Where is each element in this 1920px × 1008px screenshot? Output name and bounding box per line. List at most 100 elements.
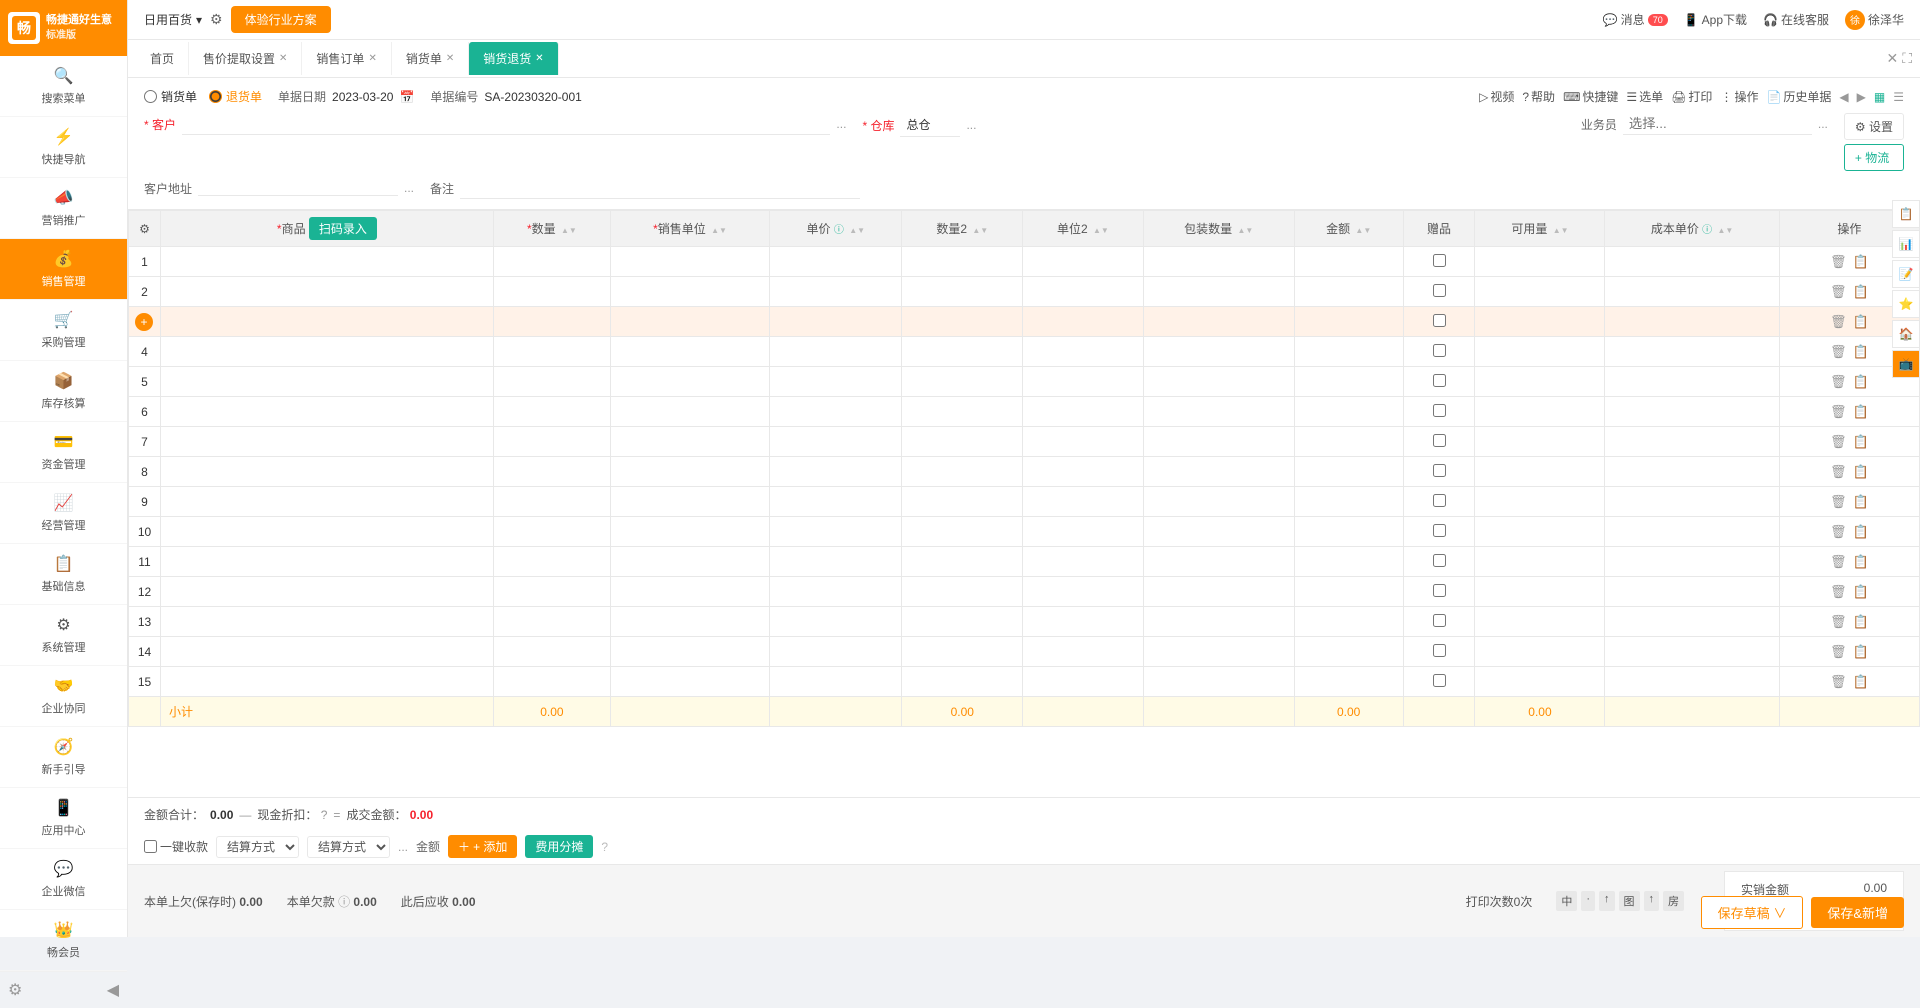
debit-icon[interactable]: ⓘ — [338, 895, 350, 909]
available-cell-7[interactable] — [1475, 427, 1605, 457]
amount-cell-3[interactable] — [1294, 307, 1403, 337]
sidebar-item-system[interactable]: ⚙ 系统管理 — [0, 605, 127, 666]
toolbar-next-icon[interactable]: ▶ — [1857, 90, 1866, 104]
packqty-cell-13[interactable] — [1143, 607, 1294, 637]
copy-row-btn-5[interactable]: 📋 — [1853, 374, 1869, 390]
right-tool-note[interactable]: 📝 — [1892, 260, 1920, 288]
gift-cell-7[interactable] — [1403, 427, 1475, 457]
gift-cell-11[interactable] — [1403, 547, 1475, 577]
price-cell-11[interactable] — [770, 547, 902, 577]
qty-cell-1[interactable] — [493, 247, 610, 277]
sidebar-item-purchase[interactable]: 🛒 采购管理 — [0, 300, 127, 361]
costprice-cell-15[interactable] — [1605, 667, 1779, 697]
salesperson-input[interactable] — [1623, 113, 1812, 135]
product-cell-4[interactable] — [161, 337, 494, 367]
gift-cell-9[interactable] — [1403, 487, 1475, 517]
delete-row-btn-14[interactable]: 🗑 — [1830, 644, 1847, 660]
available-sort-icon[interactable]: ▲▼ — [1553, 226, 1569, 235]
product-cell-7[interactable] — [161, 427, 494, 457]
product-cell-15[interactable] — [161, 667, 494, 697]
gift-cell-14[interactable] — [1403, 637, 1475, 667]
right-tool-star[interactable]: ⭐ — [1892, 290, 1920, 318]
price-cell-12[interactable] — [770, 577, 902, 607]
qty2-cell-1[interactable] — [902, 247, 1023, 277]
unit-cell-5[interactable] — [610, 367, 769, 397]
qty-cell-6[interactable] — [493, 397, 610, 427]
right-tool-home[interactable]: 🏠 — [1892, 320, 1920, 348]
qty2-cell-7[interactable] — [902, 427, 1023, 457]
right-tool-tv[interactable]: 📺 — [1892, 350, 1920, 378]
product-cell-3[interactable] — [161, 307, 494, 337]
costprice-cell-8[interactable] — [1605, 457, 1779, 487]
unit2-cell-9[interactable] — [1023, 487, 1144, 517]
amount-cell-1[interactable] — [1294, 247, 1403, 277]
unit2-cell-7[interactable] — [1023, 427, 1144, 457]
packqty-cell-7[interactable] — [1143, 427, 1294, 457]
packqty-cell-11[interactable] — [1143, 547, 1294, 577]
copy-row-btn-3[interactable]: 📋 — [1853, 314, 1869, 330]
unit-cell-15[interactable] — [610, 667, 769, 697]
amount-cell-8[interactable] — [1294, 457, 1403, 487]
qty2-cell-12[interactable] — [902, 577, 1023, 607]
sidebar-item-finance[interactable]: 💳 资金管理 — [0, 422, 127, 483]
sidebar-item-enterprise[interactable]: 🤝 企业协同 — [0, 666, 127, 727]
id-value[interactable]: SA-20230320-001 — [484, 90, 581, 104]
product-cell-12[interactable] — [161, 577, 494, 607]
toolbar-grid-icon[interactable]: ▦ — [1874, 90, 1885, 104]
available-cell-14[interactable] — [1475, 637, 1605, 667]
input-up2-btn[interactable]: ↑ — [1644, 891, 1660, 911]
one-click-pay-checkbox[interactable]: 一键收款 — [144, 838, 208, 855]
packqty-cell-2[interactable] — [1143, 277, 1294, 307]
expense-split-btn[interactable]: 费用分摊 — [525, 835, 593, 858]
cost-price-info-icon[interactable]: ⓘ — [1702, 225, 1712, 236]
product-input-3[interactable] — [167, 314, 487, 329]
tab-home[interactable]: 首页 — [136, 42, 189, 75]
qty2-cell-10[interactable] — [902, 517, 1023, 547]
amount-cell-12[interactable] — [1294, 577, 1403, 607]
qty-cell-9[interactable] — [493, 487, 610, 517]
delete-row-btn-5[interactable]: 🗑 — [1830, 374, 1847, 390]
gift-checkbox-12[interactable] — [1433, 584, 1446, 597]
settle-method-select[interactable]: 结算方式 — [216, 836, 299, 858]
unit-cell-14[interactable] — [610, 637, 769, 667]
input-house-btn[interactable]: 房 — [1663, 891, 1684, 911]
copy-row-btn-12[interactable]: 📋 — [1853, 584, 1869, 600]
product-cell-8[interactable] — [161, 457, 494, 487]
tab-sale-delivery[interactable]: 销货单✕ — [392, 42, 469, 75]
sidebar-collapse-icon[interactable]: ◀ — [107, 980, 119, 1000]
unit2-cell-6[interactable] — [1023, 397, 1144, 427]
unit-cell-3[interactable] — [610, 307, 769, 337]
costprice-cell-12[interactable] — [1605, 577, 1779, 607]
unit-cell-1[interactable] — [610, 247, 769, 277]
unit2-cell-1[interactable] — [1023, 247, 1144, 277]
delete-row-btn-6[interactable]: 🗑 — [1830, 404, 1847, 420]
toolbar-select-btn[interactable]: ☰ 选单 — [1626, 88, 1663, 105]
delete-row-btn-12[interactable]: 🗑 — [1830, 584, 1847, 600]
qty-cell-10[interactable] — [493, 517, 610, 547]
amount-cell-10[interactable] — [1294, 517, 1403, 547]
unit-cell-12[interactable] — [610, 577, 769, 607]
gift-checkbox-10[interactable] — [1433, 524, 1446, 537]
toolbar-list-icon[interactable]: ☰ — [1893, 90, 1904, 104]
product-cell-6[interactable] — [161, 397, 494, 427]
qty2-cell-9[interactable] — [902, 487, 1023, 517]
gift-cell-1[interactable] — [1403, 247, 1475, 277]
qty-cell-5[interactable] — [493, 367, 610, 397]
qty-cell-2[interactable] — [493, 277, 610, 307]
product-cell-13[interactable] — [161, 607, 494, 637]
qty2-cell-5[interactable] — [902, 367, 1023, 397]
message-btn[interactable]: 💬 消息 70 — [1603, 11, 1668, 28]
price-cell-4[interactable] — [770, 337, 902, 367]
product-cell-14[interactable] — [161, 637, 494, 667]
packqty-cell-9[interactable] — [1143, 487, 1294, 517]
available-cell-2[interactable] — [1475, 277, 1605, 307]
unit2-cell-4[interactable] — [1023, 337, 1144, 367]
right-tool-chart[interactable]: 📊 — [1892, 230, 1920, 258]
input-zh-btn[interactable]: 中 — [1556, 891, 1577, 911]
toolbar-history-btn[interactable]: 📄 历史单据 — [1766, 88, 1831, 105]
sidebar-item-apps[interactable]: 📱 应用中心 — [0, 788, 127, 849]
delete-row-btn-1[interactable]: 🗑 — [1830, 254, 1847, 270]
costprice-cell-6[interactable] — [1605, 397, 1779, 427]
qty-cell-13[interactable] — [493, 607, 610, 637]
qty2-cell-6[interactable] — [902, 397, 1023, 427]
